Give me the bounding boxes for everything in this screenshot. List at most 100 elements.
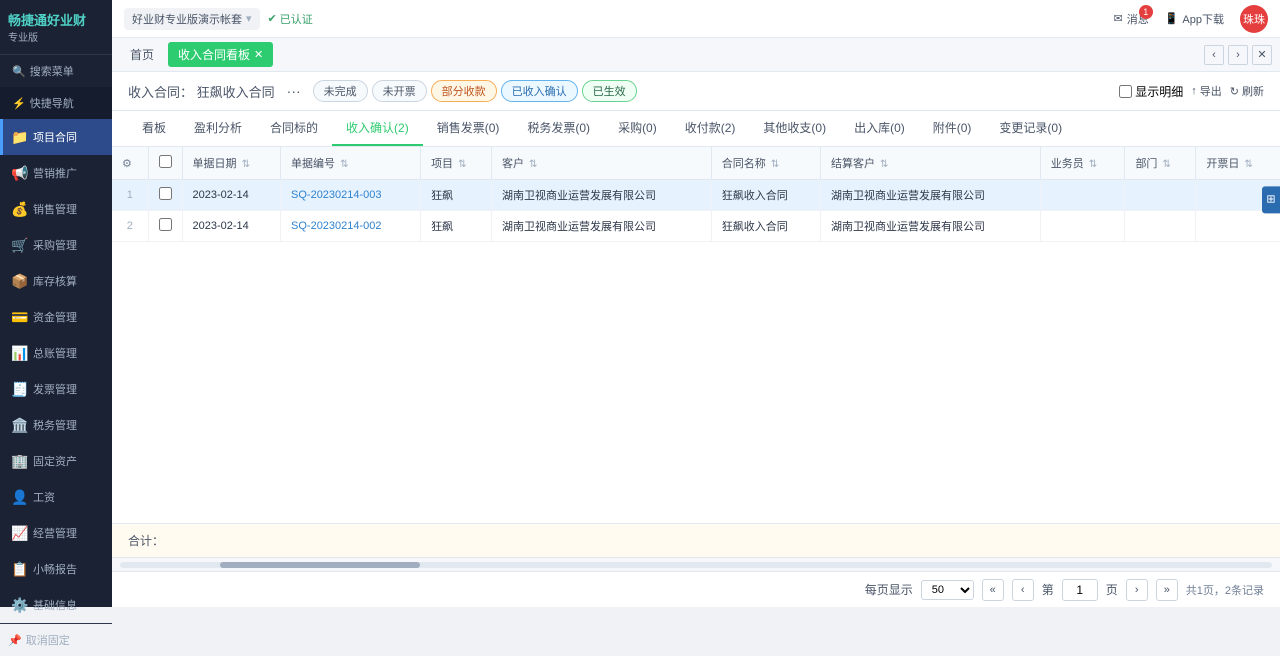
reports-icon: 📋	[11, 560, 29, 578]
contract-sort-icon[interactable]: ⇅	[771, 159, 779, 170]
tab-kanban[interactable]: 看板	[128, 111, 180, 146]
sidebar-item-hr[interactable]: 👤 工资	[0, 479, 112, 515]
right-edge-icon: ⊞	[1265, 194, 1278, 205]
tax-icon: 🏛️	[11, 416, 29, 434]
salesperson-sort-icon[interactable]: ⇅	[1089, 159, 1097, 170]
tab-payment[interactable]: 收付款(2)	[671, 111, 750, 146]
sidebar-item-search[interactable]: 🔍 搜索菜单	[0, 55, 112, 87]
tab-next-button[interactable]: ›	[1228, 45, 1248, 65]
tab-close-button[interactable]: ✕	[254, 48, 263, 61]
sidebar-item-finance[interactable]: 💳 资金管理	[0, 299, 112, 335]
date-sort-icon[interactable]: ⇅	[242, 159, 250, 170]
row-settle-2: 湖南卫视商业运营发展有限公司	[820, 211, 1040, 242]
right-edge-panel[interactable]: ⊞	[1262, 186, 1280, 213]
sidebar-item-tax[interactable]: 🏛️ 税务管理	[0, 407, 112, 443]
cancel-pin-label: 取消固定	[26, 632, 70, 648]
sidebar-item-general[interactable]: 📊 总账管理	[0, 335, 112, 371]
sidebar-tax-label: 税务管理	[33, 417, 77, 433]
tab-contract-subject[interactable]: 合同标的	[256, 111, 332, 146]
row-open-date-2	[1196, 211, 1280, 242]
sidebar-item-quick[interactable]: ⚡ 快捷导航	[0, 87, 112, 119]
tab-purchase[interactable]: 采购(0)	[604, 111, 671, 146]
tab-prev-button[interactable]: ‹	[1204, 45, 1224, 65]
home-tab[interactable]: 首页	[120, 42, 164, 67]
scrollbar-thumb[interactable]	[220, 562, 420, 568]
settings-icon[interactable]: ⚙	[122, 158, 132, 170]
avatar-button[interactable]: 珠珠	[1240, 5, 1268, 33]
department-sort-icon[interactable]: ⇅	[1163, 159, 1171, 170]
status-uncompleted[interactable]: 未完成	[313, 80, 368, 102]
sidebar-sales-label: 销售管理	[33, 201, 77, 217]
sidebar-item-basic[interactable]: ⚙️ 基础信息	[0, 587, 112, 623]
sidebar-cancel-pin[interactable]: 📌 取消固定	[0, 624, 112, 656]
status-effective[interactable]: 已生效	[582, 80, 637, 102]
display-detail-checkbox[interactable]	[1119, 85, 1132, 98]
col-checkbox	[148, 147, 182, 180]
tab-close-all-button[interactable]: ✕	[1252, 45, 1272, 65]
tab-change-records[interactable]: 变更记录(0)	[985, 111, 1076, 146]
tab-sales-invoice[interactable]: 销售发票(0)	[423, 111, 514, 146]
sidebar-item-marketing[interactable]: 📢 营销推广	[0, 155, 112, 191]
sales-icon: 💰	[11, 200, 29, 218]
tab-tax-invoice[interactable]: 税务发票(0)	[513, 111, 604, 146]
status-confirmed[interactable]: 已收入确认	[501, 80, 578, 102]
tab-in-out-stock[interactable]: 出入库(0)	[840, 111, 919, 146]
status-partial-payment[interactable]: 部分收款	[431, 80, 497, 102]
sidebar-item-fixed-assets[interactable]: 🏢 固定资产	[0, 443, 112, 479]
sidebar-item-inventory[interactable]: 📦 库存核算	[0, 263, 112, 299]
sidebar-item-purchase[interactable]: 🛒 采购管理	[0, 227, 112, 263]
display-detail-toggle[interactable]: 显示明细	[1119, 83, 1183, 100]
refresh-button[interactable]: ↻ 刷新	[1230, 83, 1264, 99]
row-link-2[interactable]: SQ-20230214-002	[291, 220, 382, 232]
page-header-right: 显示明细 ↑ 导出 ↻ 刷新	[1119, 83, 1264, 100]
table-row: 2 2023-02-14 SQ-20230214-002 狂飙 湖南卫视商业运营…	[112, 211, 1280, 242]
app-download-button[interactable]: 📱 App下载	[1165, 11, 1224, 27]
tab-attachments[interactable]: 附件(0)	[919, 111, 986, 146]
sidebar-item-invoice[interactable]: 🧾 发票管理	[0, 371, 112, 407]
horizontal-scrollbar[interactable]	[112, 557, 1280, 571]
col-department: 部门 ⇅	[1125, 147, 1196, 180]
sidebar-item-reports[interactable]: 📋 小畅报告	[0, 551, 112, 587]
row-check-1[interactable]	[159, 187, 172, 200]
pagination-next-button[interactable]: ›	[1126, 579, 1148, 601]
purchase-icon: 🛒	[11, 236, 29, 254]
sidebar-operations-label: 经营管理	[33, 525, 77, 541]
pagination-first-button[interactable]: «	[982, 579, 1004, 601]
pagination-last-button[interactable]: »	[1156, 579, 1178, 601]
row-checkbox-1[interactable]	[148, 180, 182, 211]
more-options-button[interactable]: ···	[287, 83, 301, 99]
status-uninvoiced[interactable]: 未开票	[372, 80, 427, 102]
tab-other-income[interactable]: 其他收支(0)	[749, 111, 840, 146]
tabbar: 首页 收入合同看板 ✕ ‹ › ✕	[112, 38, 1280, 72]
row-link-1[interactable]: SQ-20230214-003	[291, 189, 382, 201]
messages-button[interactable]: ✉ 消息 1	[1114, 11, 1149, 27]
customer-sort-icon[interactable]: ⇅	[529, 159, 537, 170]
pagination-prev-button[interactable]: ‹	[1012, 579, 1034, 601]
sidebar-item-project[interactable]: 📁 项目合同	[0, 119, 112, 155]
row-check-2[interactable]	[159, 218, 172, 231]
row-number-2[interactable]: SQ-20230214-002	[281, 211, 421, 242]
sidebar-invoice-label: 发票管理	[33, 381, 77, 397]
number-sort-icon[interactable]: ⇅	[340, 159, 348, 170]
active-tab[interactable]: 收入合同看板 ✕	[168, 42, 273, 67]
row-project-2: 狂飙	[421, 211, 492, 242]
page-number-input[interactable]	[1062, 579, 1098, 601]
topbar-left: 好业财专业版演示帐套 ▾ ✔ 已认证	[124, 8, 313, 30]
open-date-sort-icon[interactable]: ⇅	[1244, 159, 1252, 170]
tab-revenue-confirm[interactable]: 收入确认(2)	[332, 111, 423, 146]
row-number-1[interactable]: SQ-20230214-003	[281, 180, 421, 211]
tab-profit[interactable]: 盈利分析	[180, 111, 256, 146]
data-table-container: ⚙ 单据日期 ⇅ 单据编号 ⇅	[112, 147, 1280, 523]
content-area: 收入合同： 狂飙收入合同 ··· 未完成 未开票 部分收款 已收入确认 已生效 …	[112, 72, 1280, 607]
per-page-select[interactable]: 50 100 200	[921, 580, 974, 600]
export-button[interactable]: ↑ 导出	[1191, 83, 1222, 99]
row-checkbox-2[interactable]	[148, 211, 182, 242]
sidebar-item-sales[interactable]: 💰 销售管理	[0, 191, 112, 227]
sidebar-item-operations[interactable]: 📈 经营管理	[0, 515, 112, 551]
row-dept-1	[1125, 180, 1196, 211]
select-all-checkbox[interactable]	[159, 155, 172, 168]
row-salesperson-2	[1040, 211, 1125, 242]
settle-sort-icon[interactable]: ⇅	[880, 159, 888, 170]
project-sort-icon[interactable]: ⇅	[458, 159, 466, 170]
company-selector[interactable]: 好业财专业版演示帐套 ▾	[124, 8, 260, 30]
